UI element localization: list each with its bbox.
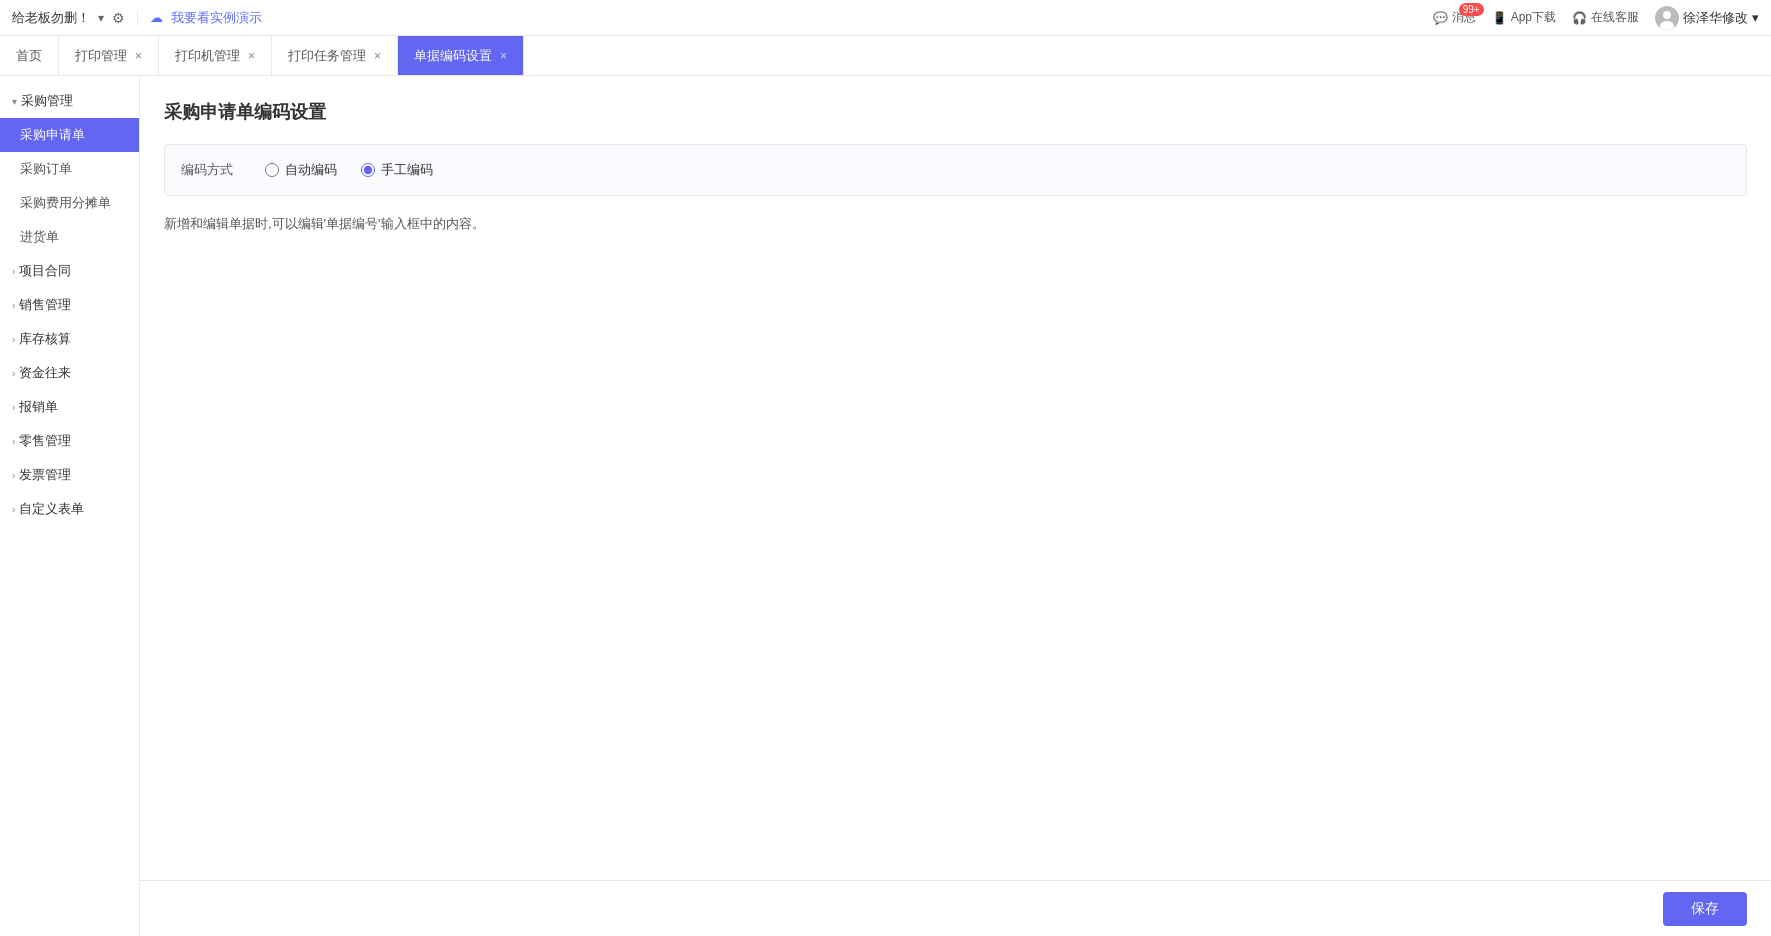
save-button[interactable]: 保存 <box>1663 892 1747 926</box>
sidebar-group-sales-label: 销售管理 <box>19 296 71 314</box>
user-name: 徐泽华修改 <box>1683 9 1748 27</box>
sidebar-group-inventory-label: 库存核算 <box>19 330 71 348</box>
arrow-right-icon-3: › <box>12 334 15 345</box>
sidebar-group-purchase-mgmt-title[interactable]: ▾ 采购管理 <box>0 84 139 118</box>
top-bar-title: 给老板勿删！ <box>12 9 90 27</box>
arrow-right-icon-2: › <box>12 300 15 311</box>
sidebar-group-capital: › 资金往来 <box>0 356 139 390</box>
settings-icon[interactable]: ⚙ <box>112 10 125 26</box>
sidebar-item-purchase-request[interactable]: 采购申请单 <box>0 118 139 152</box>
sidebar-group-purchase-label: 采购管理 <box>21 92 73 110</box>
online-service-button[interactable]: 🎧 在线客服 <box>1572 9 1639 26</box>
sidebar-item-purchase-request-label: 采购申请单 <box>20 127 85 142</box>
auto-code-radio[interactable] <box>265 163 279 177</box>
app-download-button[interactable]: 📱 App下载 <box>1492 9 1556 26</box>
online-service-label: 在线客服 <box>1591 9 1639 26</box>
sidebar-group-retail-title[interactable]: › 零售管理 <box>0 424 139 458</box>
tab-print-task-mgmt-close[interactable]: × <box>374 49 381 63</box>
sidebar-group-project-contract-title[interactable]: › 项目合同 <box>0 254 139 288</box>
auto-code-option[interactable]: 自动编码 <box>265 161 337 179</box>
message-badge: 99+ <box>1459 3 1484 16</box>
encoding-label: 编码方式 <box>181 161 241 179</box>
info-text: 新增和编辑单据时,可以编辑'单据编号'输入框中的内容。 <box>164 212 1747 235</box>
sidebar-group-project-label: 项目合同 <box>19 262 71 280</box>
tab-print-mgmt-close[interactable]: × <box>135 49 142 63</box>
top-bar: 给老板勿删！ ▾ ⚙ ☁ 我要看实例演示 💬 消息 99+ 📱 App下载 🎧 … <box>0 0 1771 36</box>
user-dropdown-icon: ▾ <box>1752 10 1759 25</box>
tab-print-task-mgmt[interactable]: 打印任务管理 × <box>272 36 398 75</box>
arrow-right-icon-1: › <box>12 266 15 277</box>
tab-single-code-label: 单据编码设置 <box>414 47 492 65</box>
tab-print-mgmt-label: 打印管理 <box>75 47 127 65</box>
sidebar-group-inventory: › 库存核算 <box>0 322 139 356</box>
top-bar-left: 给老板勿删！ ▾ ⚙ ☁ 我要看实例演示 <box>12 9 262 27</box>
demo-link[interactable]: 我要看实例演示 <box>171 9 262 27</box>
sidebar-group-custom-forms-title[interactable]: › 自定义表单 <box>0 492 139 526</box>
content-footer: 保存 <box>140 880 1771 936</box>
sidebar-item-purchase-expense-label: 采购费用分摊单 <box>20 195 111 210</box>
sidebar-group-retail: › 零售管理 <box>0 424 139 458</box>
manual-code-label: 手工编码 <box>381 161 433 179</box>
divider <box>137 10 138 26</box>
sidebar-group-project-contract: › 项目合同 <box>0 254 139 288</box>
sidebar-group-returns-title[interactable]: › 报销单 <box>0 390 139 424</box>
arrow-right-icon-6: › <box>12 436 15 447</box>
auto-code-label: 自动编码 <box>285 161 337 179</box>
avatar <box>1655 6 1679 30</box>
tab-print-task-mgmt-label: 打印任务管理 <box>288 47 366 65</box>
content-area: 采购申请单编码设置 编码方式 自动编码 手工编码 新增和编辑单据时,可以编辑'单… <box>140 76 1771 936</box>
manual-code-radio[interactable] <box>361 163 375 177</box>
sidebar-group-custom-forms-label: 自定义表单 <box>19 500 84 518</box>
tab-printer-mgmt-close[interactable]: × <box>248 49 255 63</box>
sidebar-group-custom-forms: › 自定义表单 <box>0 492 139 526</box>
tab-home[interactable]: 首页 <box>0 36 59 75</box>
sidebar-group-sales: › 销售管理 <box>0 288 139 322</box>
tab-single-code-settings[interactable]: 单据编码设置 × <box>398 36 524 75</box>
sidebar-group-purchase-mgmt: ▾ 采购管理 采购申请单 采购订单 采购费用分摊单 进货单 <box>0 84 139 254</box>
sidebar-group-capital-title[interactable]: › 资金往来 <box>0 356 139 390</box>
sidebar-group-inventory-title[interactable]: › 库存核算 <box>0 322 139 356</box>
top-bar-right: 💬 消息 99+ 📱 App下载 🎧 在线客服 徐泽华修改 ▾ <box>1433 6 1759 30</box>
sidebar-item-purchase-expense[interactable]: 采购费用分摊单 <box>0 186 139 220</box>
dropdown-icon[interactable]: ▾ <box>98 11 104 25</box>
sidebar-group-capital-label: 资金往来 <box>19 364 71 382</box>
arrow-right-icon-8: › <box>12 504 15 515</box>
sidebar-item-purchase-order-label: 采购订单 <box>20 161 72 176</box>
manual-code-option[interactable]: 手工编码 <box>361 161 433 179</box>
sidebar-group-returns: › 报销单 <box>0 390 139 424</box>
page-title: 采购申请单编码设置 <box>164 100 1747 124</box>
sidebar-item-purchase-receipt[interactable]: 进货单 <box>0 220 139 254</box>
message-button[interactable]: 💬 消息 99+ <box>1433 9 1476 26</box>
tab-bar: 首页 打印管理 × 打印机管理 × 打印任务管理 × 单据编码设置 × × <box>0 36 1771 76</box>
sidebar-group-invoice-title[interactable]: › 发票管理 <box>0 458 139 492</box>
tab-single-code-close[interactable]: × <box>500 49 507 63</box>
sidebar-group-invoice-label: 发票管理 <box>19 466 71 484</box>
sidebar-item-purchase-receipt-label: 进货单 <box>20 229 59 244</box>
tab-home-label: 首页 <box>16 47 42 65</box>
app-download-icon: 📱 <box>1492 11 1507 25</box>
main-layout: ▾ 采购管理 采购申请单 采购订单 采购费用分摊单 进货单 › 项目合同 <box>0 76 1771 936</box>
encoding-row: 编码方式 自动编码 手工编码 <box>181 161 1730 179</box>
arrow-right-icon-7: › <box>12 470 15 481</box>
sidebar: ▾ 采购管理 采购申请单 采购订单 采购费用分摊单 进货单 › 项目合同 <box>0 76 140 936</box>
arrow-right-icon-5: › <box>12 402 15 413</box>
svg-point-1 <box>1663 11 1671 19</box>
sidebar-group-returns-label: 报销单 <box>19 398 58 416</box>
message-icon: 💬 <box>1433 11 1448 25</box>
arrow-down-icon: ▾ <box>12 96 17 107</box>
sidebar-group-sales-title[interactable]: › 销售管理 <box>0 288 139 322</box>
sidebar-group-retail-label: 零售管理 <box>19 432 71 450</box>
arrow-right-icon-4: › <box>12 368 15 379</box>
user-menu[interactable]: 徐泽华修改 ▾ <box>1655 6 1759 30</box>
encoding-section: 编码方式 自动编码 手工编码 <box>164 144 1747 196</box>
sidebar-group-invoice: › 发票管理 <box>0 458 139 492</box>
sidebar-item-purchase-order[interactable]: 采购订单 <box>0 152 139 186</box>
tab-printer-mgmt[interactable]: 打印机管理 × <box>159 36 272 75</box>
headset-icon: 🎧 <box>1572 11 1587 25</box>
content-body: 采购申请单编码设置 编码方式 自动编码 手工编码 新增和编辑单据时,可以编辑'单… <box>140 76 1771 936</box>
tab-print-mgmt[interactable]: 打印管理 × <box>59 36 159 75</box>
tab-printer-mgmt-label: 打印机管理 <box>175 47 240 65</box>
demo-icon: ☁ <box>150 10 163 25</box>
app-download-label: App下载 <box>1511 9 1556 26</box>
